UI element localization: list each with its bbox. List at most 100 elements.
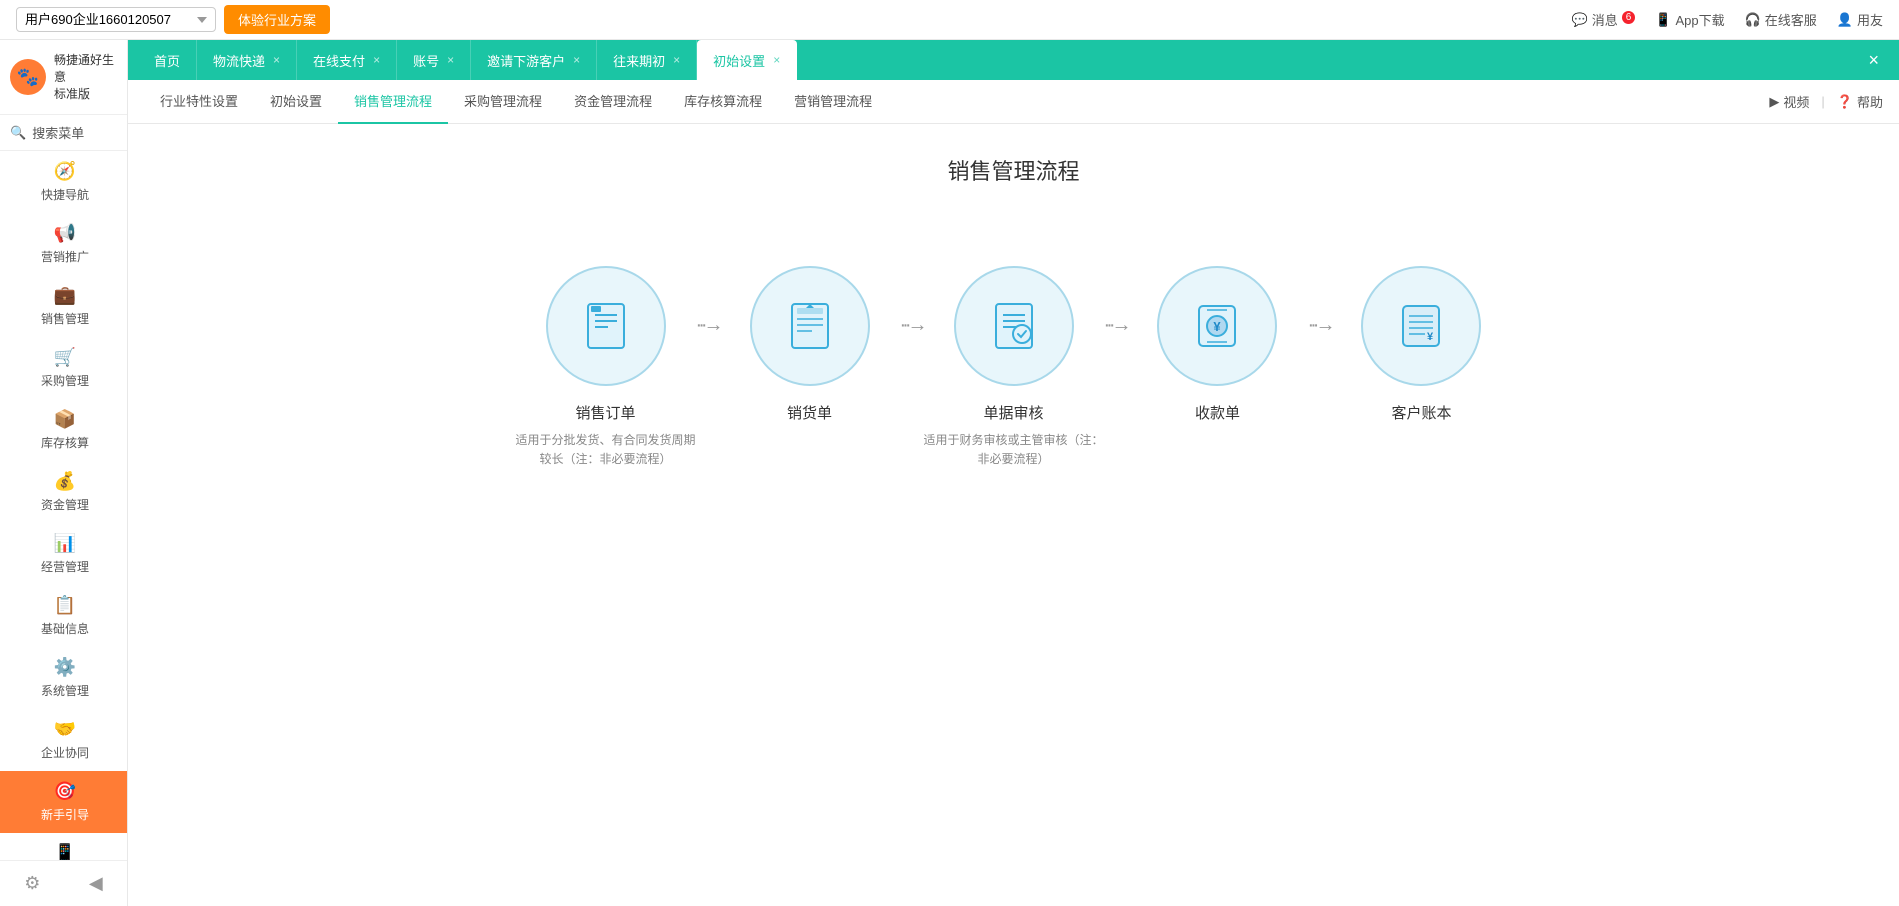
nav-tab-account-close[interactable]: × <box>447 53 454 67</box>
message-item[interactable]: 💬 消息 6 <box>1572 10 1636 29</box>
page-tab-finance-flow[interactable]: 资金管理流程 <box>558 80 668 124</box>
sidebar-item-system[interactable]: ⚙️ 系统管理 <box>0 647 127 709</box>
help-link[interactable]: ❓ 帮助 <box>1837 92 1883 111</box>
flow-circle-doc-review <box>954 266 1074 386</box>
user-select[interactable]: 用户690企业1660120507 <box>16 7 216 32</box>
search-icon: 🔍 <box>10 125 26 141</box>
nav-tab-logistics[interactable]: 物流快递 × <box>197 40 297 80</box>
nav-tab-account-label: 账号 <box>413 51 439 70</box>
sidebar-label-enterprise-coop: 企业协同 <box>41 744 89 761</box>
sidebar-label-marketing: 营销推广 <box>41 248 89 265</box>
sidebar-item-newbie[interactable]: 🎯 新手引导 <box>0 771 127 833</box>
nav-tab-payment[interactable]: 在线支付 × <box>297 40 397 80</box>
flow-step-sales-order-title: 销售订单 <box>576 402 636 423</box>
sidebar-label-inventory: 库存核算 <box>41 434 89 451</box>
sidebar-logo: 🐾 畅捷通好生意 标准版 <box>0 40 127 115</box>
sidebar-item-quick-nav[interactable]: 🧭 快捷导航 <box>0 151 127 213</box>
app-download-icon: 📱 <box>1655 12 1671 28</box>
nav-tab-init-settings[interactable]: 初始设置 × <box>697 40 797 80</box>
help-icon: ❓ <box>1837 94 1853 110</box>
flow-step-sales-order[interactable]: 销售订单 适用于分批发货、有合同发货周期较长（注：非必要流程） <box>516 266 696 469</box>
nav-tab-invite[interactable]: 邀请下游客户 × <box>471 40 597 80</box>
flow-step-sales-invoice[interactable]: 销货单 <box>720 266 900 431</box>
nav-close-all[interactable]: × <box>1858 50 1889 71</box>
flow-step-doc-review[interactable]: 单据审核 适用于财务审核或主管审核（注：非必要流程） <box>924 266 1104 469</box>
invoice-icon <box>782 298 838 354</box>
sidebar-label-sales: 销售管理 <box>41 310 89 327</box>
nav-tab-payment-close[interactable]: × <box>373 53 380 67</box>
video-link[interactable]: ▶ 视频 <box>1769 92 1809 111</box>
flow-circle-sales-order <box>546 266 666 386</box>
page-tab-industry[interactable]: 行业特性设置 <box>144 80 254 124</box>
nav-tab-init-settings-close[interactable]: × <box>773 53 780 67</box>
logo-icon: 🐾 <box>10 59 46 95</box>
sidebar-item-operation[interactable]: 📊 经营管理 <box>0 523 127 585</box>
svg-text:¥: ¥ <box>1214 319 1222 334</box>
nav-tab-period-label: 往来期初 <box>613 51 665 70</box>
nav-tabs: 首页 物流快递 × 在线支付 × 账号 × 邀请下游客户 × 往来期初 × <box>128 40 1899 80</box>
nav-tab-period[interactable]: 往来期初 × <box>597 40 697 80</box>
sidebar-search[interactable]: 🔍 搜索菜单 <box>0 115 127 151</box>
inventory-icon: 📦 <box>54 409 76 430</box>
page-tab-marketing-flow-label: 营销管理流程 <box>794 91 872 110</box>
sidebar-label-quick-nav: 快捷导航 <box>41 186 89 203</box>
page-tab-purchase-flow-label: 采购管理流程 <box>464 91 542 110</box>
flow-circle-sales-invoice <box>750 266 870 386</box>
sidebar-item-app-center[interactable]: 📱 应用中心 <box>0 833 127 860</box>
account-icon: ¥ <box>1393 298 1449 354</box>
enterprise-coop-icon: 🤝 <box>54 719 76 740</box>
nav-tab-home-label: 首页 <box>154 51 180 70</box>
sidebar-items: 🧭 快捷导航 📢 营销推广 💼 销售管理 🛒 采购管理 📦 库存核算 💰 <box>0 151 127 860</box>
page-tab-init[interactable]: 初始设置 <box>254 80 338 124</box>
app-download-item[interactable]: 📱 App下载 <box>1655 10 1724 29</box>
page-title: 销售管理流程 <box>158 154 1869 186</box>
top-bar: 用户690企业1660120507 体验行业方案 💬 消息 6 📱 App下载 … <box>0 0 1899 40</box>
page-tab-init-label: 初始设置 <box>270 91 322 110</box>
sidebar-item-purchase[interactable]: 🛒 采购管理 <box>0 337 127 399</box>
flow-step-receipt[interactable]: ¥ 收款单 <box>1127 266 1307 431</box>
user-name: 用友 <box>1857 10 1883 29</box>
sidebar-item-finance[interactable]: 💰 资金管理 <box>0 461 127 523</box>
page-tab-marketing-flow[interactable]: 营销管理流程 <box>778 80 888 124</box>
svg-text:¥: ¥ <box>1427 331 1434 343</box>
nav-tab-payment-label: 在线支付 <box>313 51 365 70</box>
flow-arrow-1: ···→ <box>696 314 720 337</box>
page-tab-industry-label: 行业特性设置 <box>160 91 238 110</box>
nav-tab-logistics-close[interactable]: × <box>273 53 280 67</box>
flow-chart: 销售订单 适用于分批发货、有合同发货周期较长（注：非必要流程） ···→ <box>158 246 1869 489</box>
nav-tab-logistics-label: 物流快递 <box>213 51 265 70</box>
online-service-item[interactable]: 🎧 在线客服 <box>1745 10 1817 29</box>
page-tab-finance-flow-label: 资金管理流程 <box>574 91 652 110</box>
newbie-icon: 🎯 <box>54 781 76 802</box>
flow-step-receipt-title: 收款单 <box>1195 402 1240 423</box>
message-icon: 💬 <box>1572 12 1588 28</box>
nav-tab-account[interactable]: 账号 × <box>397 40 471 80</box>
flow-step-customer-account[interactable]: ¥ 客户账本 <box>1331 266 1511 431</box>
search-label: 搜索菜单 <box>32 123 84 142</box>
sidebar-label-system: 系统管理 <box>41 682 89 699</box>
flow-step-sales-order-desc: 适用于分批发货、有合同发货周期较长（注：非必要流程） <box>516 431 696 469</box>
collapse-icon[interactable]: ◀ <box>81 869 111 898</box>
message-badge: 6 <box>1622 11 1636 24</box>
sidebar-item-sales[interactable]: 💼 销售管理 <box>0 275 127 337</box>
flow-step-doc-review-title: 单据审核 <box>983 402 1043 423</box>
nav-tab-init-settings-label: 初始设置 <box>713 51 765 70</box>
content-area: 销售管理流程 销售订单 适用于分批发货、有合同发货周期较长（ <box>128 124 1899 906</box>
page-tab-inventory-flow-label: 库存核算流程 <box>684 91 762 110</box>
sidebar-item-inventory[interactable]: 📦 库存核算 <box>0 399 127 461</box>
sidebar-item-marketing[interactable]: 📢 营销推广 <box>0 213 127 275</box>
settings-bottom-icon[interactable]: ⚙ <box>16 869 48 898</box>
user-item[interactable]: 👤 用友 <box>1837 10 1883 29</box>
sidebar-item-basic-info[interactable]: 📋 基础信息 <box>0 585 127 647</box>
nav-tab-home[interactable]: 首页 <box>138 40 197 80</box>
sidebar-item-enterprise-coop[interactable]: 🤝 企业协同 <box>0 709 127 771</box>
nav-tab-period-close[interactable]: × <box>673 53 680 67</box>
page-tab-purchase-flow[interactable]: 采购管理流程 <box>448 80 558 124</box>
page-tab-sales-flow[interactable]: 销售管理流程 <box>338 80 448 124</box>
sales-icon: 💼 <box>54 285 76 306</box>
nav-tab-invite-close[interactable]: × <box>573 53 580 67</box>
flow-arrow-2: ···→ <box>900 314 924 337</box>
flow-circle-receipt: ¥ <box>1157 266 1277 386</box>
page-tab-inventory-flow[interactable]: 库存核算流程 <box>668 80 778 124</box>
trial-button[interactable]: 体验行业方案 <box>224 5 330 34</box>
